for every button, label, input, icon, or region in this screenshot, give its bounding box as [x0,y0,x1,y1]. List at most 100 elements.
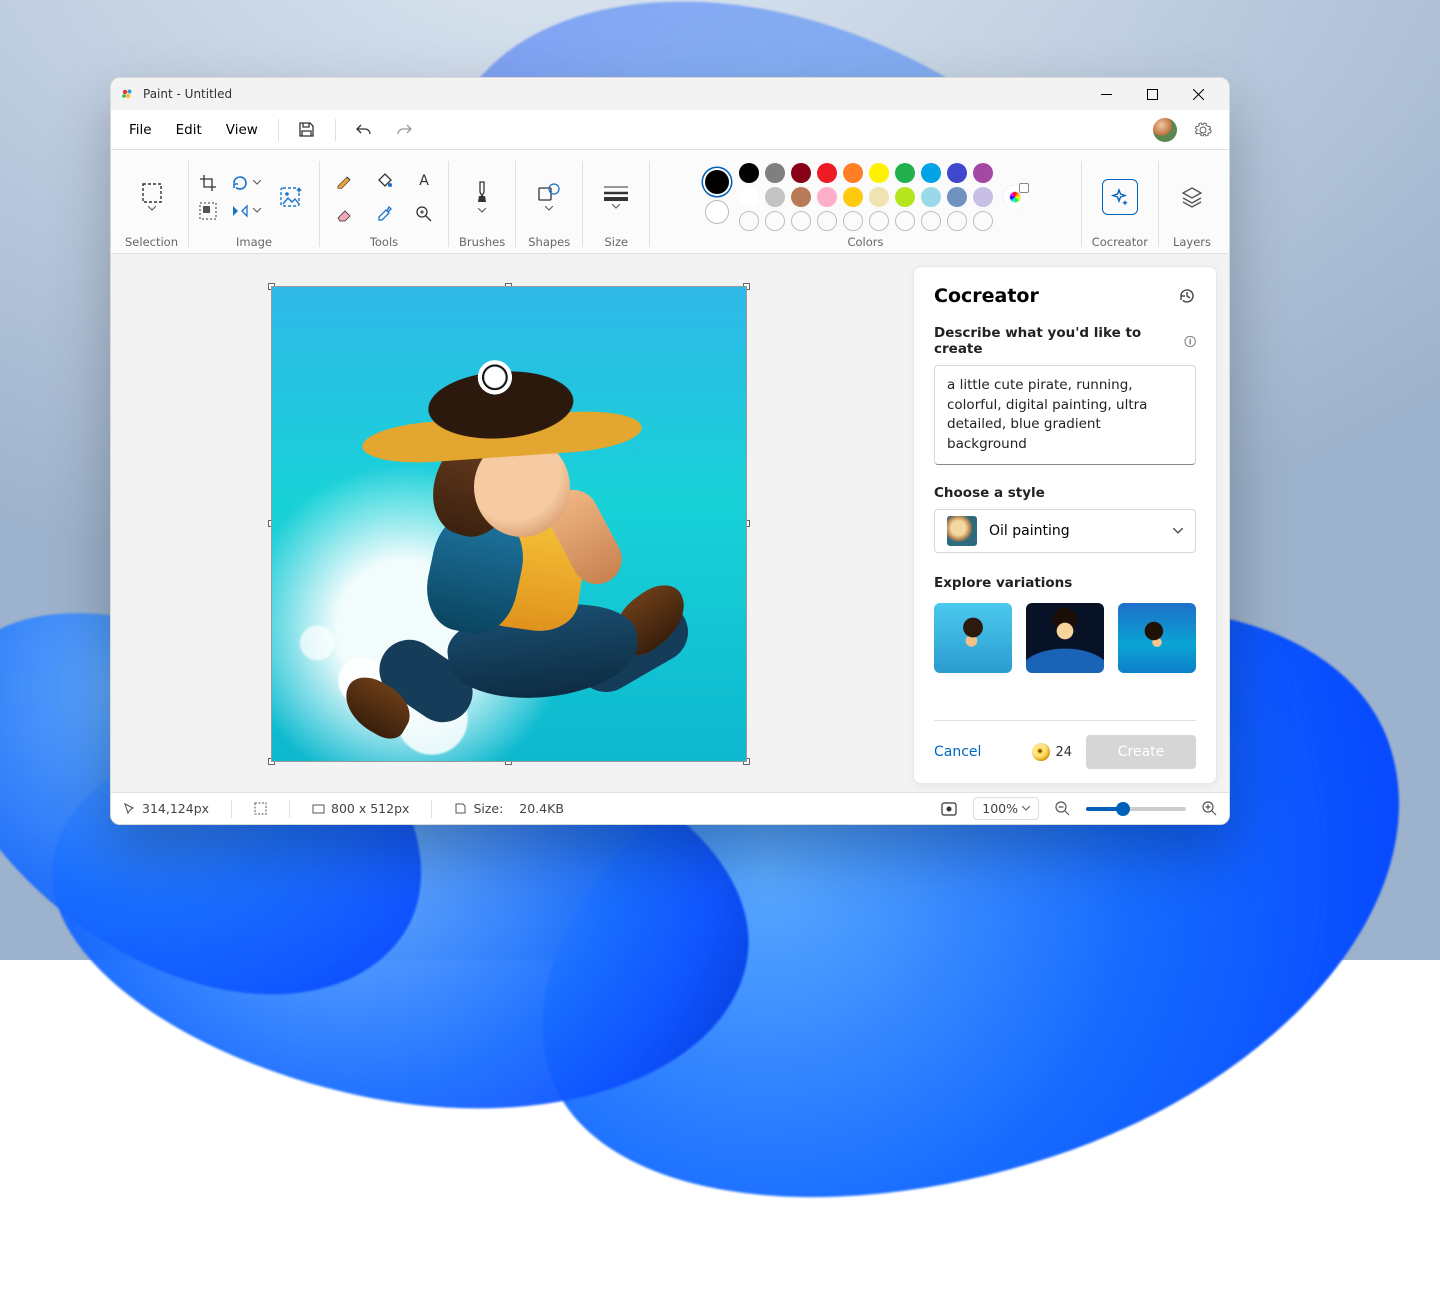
resize-tool[interactable] [199,202,217,220]
variation-2[interactable] [1026,603,1104,673]
paint-app-icon [119,86,135,102]
eraser-tool[interactable] [330,200,358,228]
canvas[interactable] [272,287,746,761]
save-button[interactable] [289,114,325,146]
swatch[interactable] [817,163,837,183]
undo-button[interactable] [346,114,382,146]
history-icon [1178,287,1196,305]
layers-button[interactable] [1169,169,1215,225]
redo-icon [396,122,412,138]
flip-tool[interactable] [231,202,261,220]
cocreator-panel: Cocreator Describe what you'd like to cr… [913,266,1217,784]
swatch[interactable] [947,163,967,183]
swatch[interactable] [817,187,837,207]
group-tools: A Tools [320,156,448,251]
magnifier-tool[interactable] [410,200,438,228]
window-close[interactable] [1175,78,1221,110]
magnifier-icon [415,205,433,223]
create-button[interactable]: Create [1086,735,1196,769]
swatch[interactable] [739,187,759,207]
sparkle-icon [1110,187,1130,207]
user-avatar[interactable] [1153,118,1177,142]
variations-label: Explore variations [934,575,1196,591]
size-button[interactable] [593,169,639,225]
window-minimize[interactable] [1083,78,1129,110]
swatch[interactable] [765,187,785,207]
zoom-slider[interactable] [1086,807,1186,811]
cursor-icon [123,802,136,815]
fit-screen-icon [941,802,957,816]
cancel-button[interactable]: Cancel [934,740,981,764]
line-weight-icon [603,184,629,202]
style-select[interactable]: Oil painting [934,509,1196,553]
pencil-icon [335,171,353,189]
history-button[interactable] [1178,287,1196,305]
settings-button[interactable] [1185,114,1221,146]
swatch[interactable] [739,163,759,183]
swatch[interactable] [843,163,863,183]
shapes-button[interactable] [526,169,572,225]
cocreator-button[interactable] [1102,179,1138,215]
selection-tool[interactable] [129,169,175,225]
swatch[interactable] [947,187,967,207]
color-secondary[interactable] [705,200,729,224]
chevron-down-icon [1173,528,1183,534]
swatch-empty[interactable] [765,211,785,231]
ai-edit-tool[interactable] [275,180,309,214]
swatch-empty[interactable] [973,211,993,231]
fit-screen-button[interactable] [941,802,957,816]
bucket-icon [375,171,393,189]
swatch-empty[interactable] [947,211,967,231]
eyedropper-tool[interactable] [370,200,398,228]
color-picker-button[interactable] [1003,185,1027,209]
variation-3[interactable] [1118,603,1196,673]
swatch-empty[interactable] [739,211,759,231]
rotate-tool[interactable] [231,174,261,192]
brushes-button[interactable] [459,169,505,225]
swatch-empty[interactable] [843,211,863,231]
swatch[interactable] [973,163,993,183]
variation-1[interactable] [934,603,1012,673]
swatch[interactable] [921,187,941,207]
swatch[interactable] [869,187,889,207]
text-tool[interactable]: A [410,166,438,194]
redo-button[interactable] [386,114,422,146]
color-primary[interactable] [705,170,729,194]
zoom-out-button[interactable] [1055,801,1070,816]
swatch[interactable] [869,163,889,183]
save-icon [298,121,315,138]
titlebar: Paint - Untitled [111,78,1229,110]
cursor-position: 314,124px [123,801,209,816]
selection-icon [141,182,163,204]
zoom-dropdown[interactable]: 100% [973,797,1039,820]
swatch-empty[interactable] [817,211,837,231]
image-ai-icon [279,184,305,210]
prompt-input[interactable]: a little cute pirate, running, colorful,… [934,365,1196,465]
disk-icon [454,802,467,815]
fill-tool[interactable] [370,166,398,194]
crop-tool[interactable] [199,174,217,192]
swatch-empty[interactable] [895,211,915,231]
menu-file[interactable]: File [119,116,162,144]
swatch-empty[interactable] [791,211,811,231]
swatch[interactable] [895,187,915,207]
pencil-tool[interactable] [330,166,358,194]
swatch[interactable] [791,163,811,183]
menu-view[interactable]: View [216,116,268,144]
swatch-empty[interactable] [921,211,941,231]
swatch-empty[interactable] [869,211,889,231]
swatch[interactable] [843,187,863,207]
swatch[interactable] [973,187,993,207]
window-maximize[interactable] [1129,78,1175,110]
window-title: Paint - Untitled [143,87,232,101]
info-icon[interactable]: i [1184,335,1196,348]
swatch[interactable] [895,163,915,183]
swatch[interactable] [921,163,941,183]
menu-edit[interactable]: Edit [166,116,212,144]
group-image: Image [189,156,319,251]
zoom-in-button[interactable] [1202,801,1217,816]
swatch[interactable] [765,163,785,183]
swatch[interactable] [791,187,811,207]
workspace: Cocreator Describe what you'd like to cr… [111,254,1229,792]
group-cocreator: Cocreator [1082,156,1158,251]
